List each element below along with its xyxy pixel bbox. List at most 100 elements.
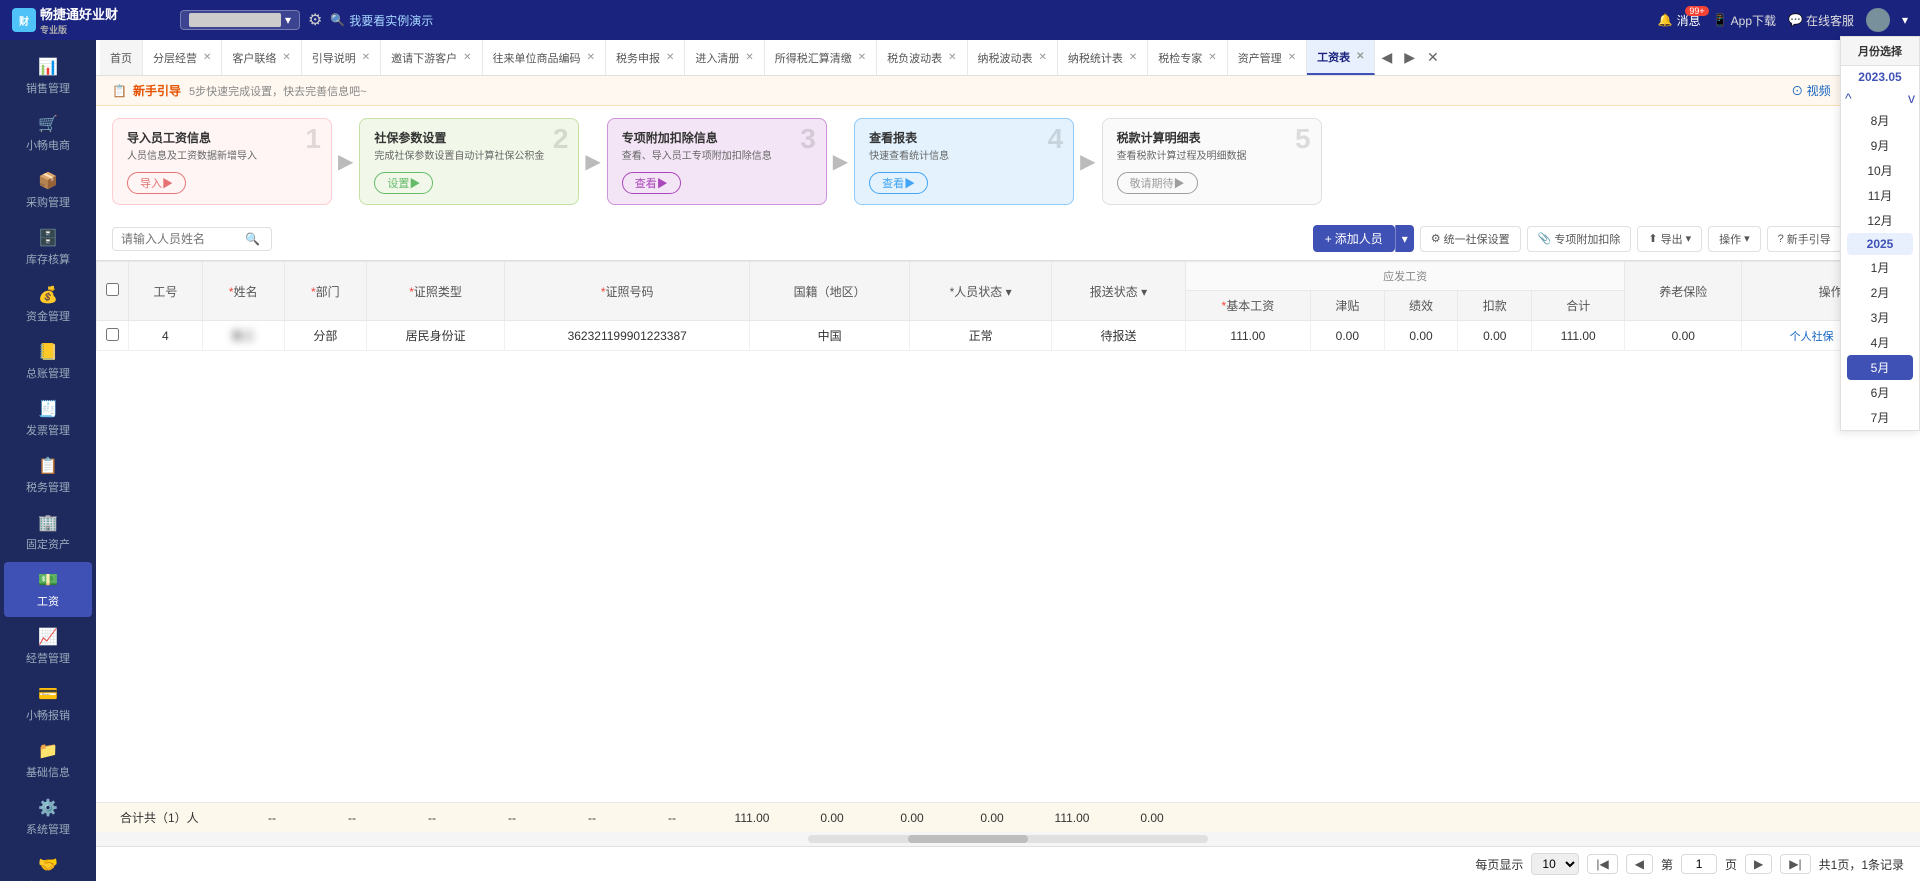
personal-insurance-link[interactable]: 个人社保: [1790, 331, 1834, 343]
tab-close-icon[interactable]: ✕: [203, 52, 211, 63]
page-size-label: 每页显示: [1475, 856, 1523, 873]
tab-close-icon[interactable]: ✕: [666, 52, 674, 63]
status-filter-icon[interactable]: ▾: [1006, 285, 1012, 299]
new-guide-btn[interactable]: ? 新手引导: [1767, 226, 1842, 252]
tab-salary[interactable]: 工资表 ✕: [1307, 40, 1375, 75]
row-checkbox[interactable]: [106, 328, 119, 341]
tab-invite[interactable]: 邀请下游客户 ✕: [381, 40, 482, 75]
month-item-10[interactable]: 10月: [1841, 158, 1919, 183]
tab-close-icon[interactable]: ✕: [1288, 52, 1296, 63]
sidebar-item-purchase[interactable]: 📦 采购管理: [4, 163, 92, 218]
month-item-7[interactable]: 7月: [1841, 405, 1919, 430]
month-item-8[interactable]: 8月: [1841, 108, 1919, 133]
add-employee-dropdown-btn[interactable]: ▾: [1395, 225, 1414, 252]
video-link[interactable]: ⊙ 视频: [1791, 82, 1830, 99]
tab-next-btn[interactable]: ▶: [1398, 49, 1421, 66]
sidebar-item-marketing[interactable]: 💳 小畅报销: [4, 676, 92, 731]
step-1-btn[interactable]: 导入▶: [127, 172, 186, 194]
tab-income-tax[interactable]: 所得税汇算清缴 ✕: [765, 40, 877, 75]
tab-close-icon[interactable]: ✕: [362, 52, 370, 63]
tab-tax-stat[interactable]: 纳税统计表 ✕: [1058, 40, 1148, 75]
first-page-btn[interactable]: |◀: [1587, 854, 1617, 874]
sidebar-item-salary[interactable]: 💵 工资: [4, 562, 92, 617]
sidebar-item-basic[interactable]: 📁 基础信息: [4, 733, 92, 788]
tab-tax-burden[interactable]: 税负波动表 ✕: [877, 40, 967, 75]
prev-page-btn[interactable]: ◀: [1626, 854, 1653, 874]
tab-asset-mgmt[interactable]: 资产管理 ✕: [1228, 40, 1307, 75]
tab-close-icon[interactable]: ✕: [1129, 52, 1137, 63]
scroll-thumb[interactable]: [908, 835, 1028, 843]
tab-tax-wave[interactable]: 纳税波动表 ✕: [968, 40, 1058, 75]
sidebar-item-enterprise[interactable]: 🤝 企业协同: [4, 847, 92, 881]
tab-product-code[interactable]: 往来单位商品编码 ✕: [483, 40, 606, 75]
tab-tax-expert[interactable]: 税检专家 ✕: [1148, 40, 1227, 75]
tab-home[interactable]: 首页: [100, 40, 143, 75]
page-number-input[interactable]: [1681, 854, 1717, 874]
tab-close-icon[interactable]: ✕: [745, 52, 753, 63]
tab-close-icon[interactable]: ✕: [948, 52, 956, 63]
tab-guide[interactable]: 引导说明 ✕: [302, 40, 381, 75]
export-btn[interactable]: ⬆ 导出 ▾: [1637, 226, 1702, 252]
sidebar-item-sales[interactable]: 📊 销售管理: [4, 49, 92, 104]
month-item-4[interactable]: 4月: [1841, 330, 1919, 355]
horizontal-scrollbar[interactable]: [96, 832, 1920, 846]
operations-btn[interactable]: 操作 ▾: [1708, 226, 1761, 252]
tab-clearance[interactable]: 进入清册 ✕: [685, 40, 764, 75]
month-item-12[interactable]: 12月: [1841, 208, 1919, 233]
col-header-total: 合计: [1532, 291, 1625, 321]
company-selector[interactable]: ▾: [180, 10, 300, 30]
step-5-btn[interactable]: 敬请期待▶: [1117, 172, 1198, 194]
tab-close-all-btn[interactable]: ✕: [1421, 49, 1445, 66]
sidebar-item-invoice[interactable]: 🧾 发票管理: [4, 391, 92, 446]
sidebar-item-ledger[interactable]: 📒 总账管理: [4, 334, 92, 389]
tab-close-icon[interactable]: ✕: [1208, 52, 1216, 63]
next-page-btn[interactable]: ▶: [1745, 854, 1772, 874]
sidebar-item-ecommerce[interactable]: 🛒 小畅电商: [4, 106, 92, 161]
special-deduction-btn[interactable]: 📎 专项附加扣除: [1527, 226, 1632, 252]
search-input[interactable]: [121, 232, 241, 246]
year-item-2025[interactable]: 2025: [1847, 233, 1913, 255]
sidebar-item-assets[interactable]: 🏢 固定资产: [4, 505, 92, 560]
online-service-button[interactable]: 💬 在线客服: [1788, 12, 1854, 29]
sidebar-item-tax[interactable]: 📋 税务管理: [4, 448, 92, 503]
sidebar-item-inventory[interactable]: 🗄️ 库存核算: [4, 220, 92, 275]
sidebar-item-system[interactable]: ⚙️ 系统管理: [4, 790, 92, 845]
month-prev-btn[interactable]: ^: [1845, 90, 1852, 106]
sidebar-item-finance[interactable]: 💰 资金管理: [4, 277, 92, 332]
month-item-9[interactable]: 9月: [1841, 133, 1919, 158]
month-next-btn[interactable]: v: [1908, 90, 1915, 106]
tab-close-icon[interactable]: ✕: [1356, 51, 1364, 62]
sidebar-item-operations[interactable]: 📈 经营管理: [4, 619, 92, 674]
tab-close-icon[interactable]: ✕: [1039, 52, 1047, 63]
step-2-btn[interactable]: 设置▶: [374, 172, 433, 194]
tab-prev-btn[interactable]: ◀: [1375, 49, 1398, 66]
user-menu[interactable]: ▾: [1902, 13, 1908, 27]
sendstatus-filter-icon[interactable]: ▾: [1141, 285, 1147, 299]
tab-close-icon[interactable]: ✕: [282, 52, 290, 63]
tab-fencev[interactable]: 分层经营 ✕: [143, 40, 222, 75]
step-3-btn[interactable]: 查看▶: [622, 172, 681, 194]
month-item-11[interactable]: 11月: [1841, 183, 1919, 208]
page-size-select[interactable]: 10 20 50: [1531, 853, 1579, 875]
month-item-3[interactable]: 3月: [1841, 305, 1919, 330]
month-item-1[interactable]: 1月: [1841, 255, 1919, 280]
search-icon[interactable]: 🔍: [245, 232, 260, 246]
last-page-btn[interactable]: ▶|: [1780, 854, 1810, 874]
tab-close-icon[interactable]: ✕: [858, 52, 866, 63]
select-all-checkbox[interactable]: [106, 283, 119, 296]
demo-link[interactable]: 🔍 我要看实例演示: [330, 12, 433, 29]
tab-customer[interactable]: 客户联络 ✕: [222, 40, 301, 75]
month-item-6[interactable]: 6月: [1841, 380, 1919, 405]
month-item-5[interactable]: 5月: [1847, 355, 1913, 380]
step-4-btn[interactable]: 查看▶: [869, 172, 928, 194]
tab-tax-report[interactable]: 税务申报 ✕: [606, 40, 685, 75]
messages-button[interactable]: 🔔 消息 99+: [1658, 12, 1701, 29]
user-avatar[interactable]: [1866, 8, 1890, 32]
add-employee-button[interactable]: + 添加人员: [1313, 225, 1395, 252]
unified-settings-btn[interactable]: ⚙ 统一社保设置: [1420, 226, 1521, 252]
month-item-2[interactable]: 2月: [1841, 280, 1919, 305]
tab-close-icon[interactable]: ✕: [463, 52, 471, 63]
settings-icon[interactable]: ⚙: [308, 10, 322, 30]
tab-close-icon[interactable]: ✕: [587, 52, 595, 63]
app-download-button[interactable]: 📱 App下载: [1713, 12, 1776, 29]
